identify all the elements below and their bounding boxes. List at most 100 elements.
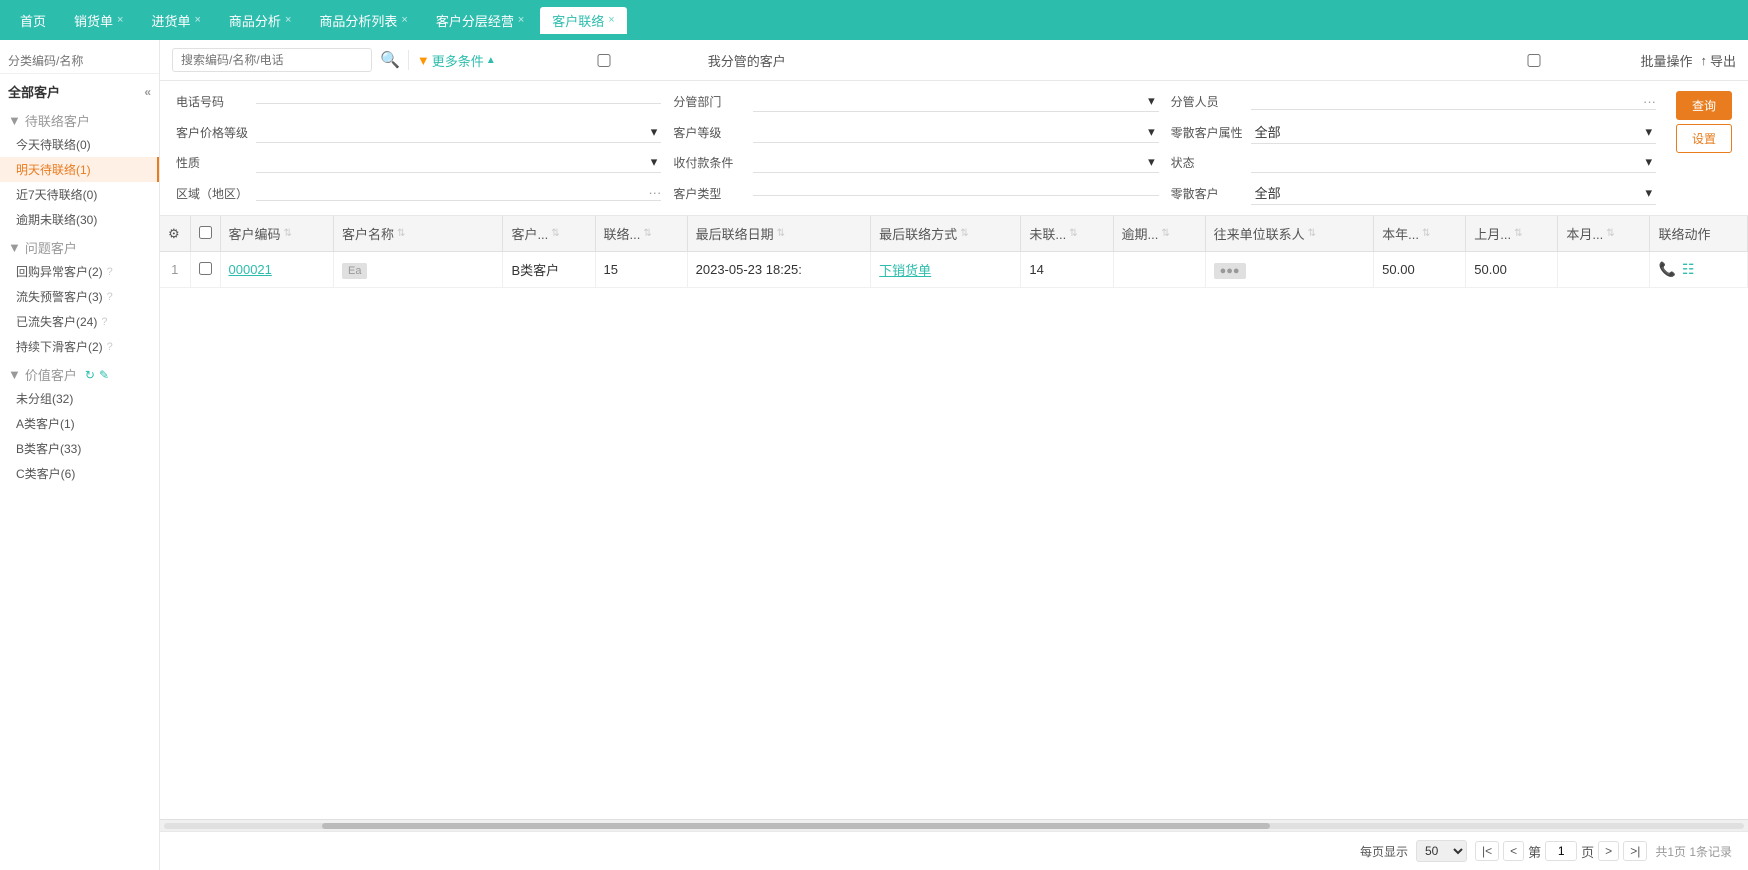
sidebar-item-ungrouped[interactable]: 未分组(32) <box>0 386 159 411</box>
phone-label: 电话号码 <box>176 93 256 110</box>
search-input[interactable] <box>172 48 372 72</box>
price-level-chevron: ▾ <box>651 124 658 140</box>
setting-button[interactable]: 设置 <box>1676 124 1732 153</box>
sort-type-icon[interactable]: ⇅ <box>551 228 559 239</box>
search-button[interactable]: 🔍 <box>380 50 400 70</box>
export-btn[interactable]: ↑ 导出 <box>1700 51 1736 70</box>
my-customers-checkbox[interactable]: 我分管的客户 <box>504 51 786 70</box>
close-customer-tier-icon[interactable]: × <box>518 14 524 26</box>
sort-last-contact-method-icon[interactable]: ⇅ <box>960 228 968 239</box>
nav-home[interactable]: 首页 <box>8 7 58 34</box>
region-dots[interactable]: ··· <box>648 185 661 200</box>
sort-contact-person-icon[interactable]: ⇅ <box>1308 228 1316 239</box>
sidebar-item-7days-contact[interactable]: 近7天待联络(0) <box>0 182 159 207</box>
sort-overdue-icon[interactable]: ⇅ <box>1161 228 1169 239</box>
sidebar-item-class-c[interactable]: C类客户(6) <box>0 461 159 486</box>
export-label: 导出 <box>1710 51 1736 70</box>
manager-dots[interactable]: ··· <box>1643 94 1656 109</box>
customer-code-link[interactable]: 000021 <box>229 262 272 277</box>
per-page-select[interactable]: 50 100 200 <box>1416 840 1467 862</box>
close-product-analysis-list-icon[interactable]: × <box>401 14 407 26</box>
sidebar-item-repurchase-abnormal[interactable]: 回购异常客户(2) ? <box>0 259 159 284</box>
last-page-btn[interactable]: >| <box>1623 841 1647 861</box>
phone-input[interactable] <box>256 99 661 104</box>
sidebar-item-churn-warning[interactable]: 流失预警客户(3) ? <box>0 284 159 309</box>
nav-customer-contact[interactable]: 客户联络 × <box>540 7 626 34</box>
sort-last-contact-date-icon[interactable]: ⇅ <box>777 228 785 239</box>
close-product-analysis-icon[interactable]: × <box>285 14 291 26</box>
payment-select[interactable]: ▾ <box>753 152 1158 173</box>
sidebar-item-churned[interactable]: 已流失客户(24) ? <box>0 309 159 334</box>
nav-sales-order[interactable]: 销货单 × <box>62 7 135 34</box>
nature-select[interactable]: ▾ <box>256 152 661 173</box>
close-sales-order-icon[interactable]: × <box>117 14 123 26</box>
data-table-container: ⚙ 客户编码 ⇅ 客户名称 <box>160 216 1748 819</box>
batch-ops-btn[interactable]: 批量操作 <box>1434 51 1692 70</box>
row-checkbox[interactable] <box>199 262 212 275</box>
price-level-select[interactable]: ▾ <box>256 122 661 143</box>
group-title-pending[interactable]: ▼ 待联络客户 <box>0 105 159 132</box>
retail-select[interactable]: 全部 ▾ <box>1251 181 1656 205</box>
th-name: 客户名称 ⇅ <box>334 216 503 252</box>
select-all-checkbox[interactable] <box>199 226 212 239</box>
filter-field-manager: 分管人员 ··· <box>1171 93 1656 110</box>
grid-action-icon[interactable]: ☷ <box>1682 261 1695 278</box>
first-page-btn[interactable]: |< <box>1475 841 1499 861</box>
sort-last-month-icon[interactable]: ⇅ <box>1514 228 1522 239</box>
edit-icon[interactable]: ✎ <box>99 368 109 382</box>
td-overdue <box>1113 252 1205 288</box>
sidebar-item-class-a[interactable]: A类客户(1) <box>0 411 159 436</box>
nav-product-analysis[interactable]: 商品分析 × <box>217 7 303 34</box>
sidebar-item-class-b[interactable]: B类客户(33) <box>0 436 159 461</box>
dept-select[interactable]: ▾ <box>753 91 1158 112</box>
phone-action-icon[interactable]: 📞 <box>1658 261 1675 278</box>
sidebar-item-tomorrow-contact[interactable]: 明天待联络(1) <box>0 157 159 182</box>
th-this-month: 本月... ⇅ <box>1558 216 1650 252</box>
group-title-problem[interactable]: ▼ 问题客户 <box>0 232 159 259</box>
sidebar-search-input[interactable] <box>8 54 160 68</box>
sidebar-collapse-btn[interactable]: « <box>144 85 151 99</box>
filter-field-customer-type: 客户类型 <box>673 185 1158 202</box>
nav-customer-tier[interactable]: 客户分层经营 × <box>424 7 536 34</box>
sort-this-year-icon[interactable]: ⇅ <box>1422 228 1430 239</box>
sidebar-item-today-contact[interactable]: 今天待联络(0) <box>0 132 159 157</box>
page-input[interactable] <box>1545 841 1577 861</box>
td-name: Ea <box>334 252 503 288</box>
scroll-track <box>164 823 1744 829</box>
my-customers-check[interactable] <box>504 54 704 67</box>
th-contact-person-label: 往来单位联系人 <box>1214 224 1305 243</box>
refresh-icon[interactable]: ↻ <box>85 368 95 382</box>
query-button[interactable]: 查询 <box>1676 91 1732 120</box>
sort-name-icon[interactable]: ⇅ <box>397 228 405 239</box>
group-arrow-pending: ▼ <box>8 113 21 128</box>
horizontal-scrollbar[interactable] <box>160 819 1748 831</box>
status-select[interactable]: ▾ <box>1251 152 1656 173</box>
sidebar-item-overdue-contact[interactable]: 逾期未联络(30) <box>0 207 159 232</box>
sidebar-item-declining[interactable]: 持续下滑客户(2) ? <box>0 334 159 359</box>
th-checkbox <box>190 216 220 252</box>
batch-ops-check[interactable] <box>1434 54 1634 67</box>
next-page-btn[interactable]: > <box>1598 841 1619 861</box>
close-purchase-order-icon[interactable]: × <box>194 14 200 26</box>
retail-attr-select[interactable]: 全部 ▾ <box>1251 120 1656 144</box>
sort-contact-count-icon[interactable]: ⇅ <box>643 228 651 239</box>
prev-page-btn[interactable]: < <box>1503 841 1524 861</box>
sort-uncontacted-icon[interactable]: ⇅ <box>1069 228 1077 239</box>
th-contact-person: 往来单位联系人 ⇅ <box>1205 216 1374 252</box>
th-last-contact-method: 最后联络方式 ⇅ <box>871 216 1021 252</box>
batch-ops-label: 批量操作 <box>1640 51 1692 70</box>
close-customer-contact-icon[interactable]: × <box>608 14 614 26</box>
nav-purchase-order[interactable]: 进货单 × <box>139 7 212 34</box>
contact-method-link[interactable]: 下销货单 <box>879 263 931 278</box>
customers-table: ⚙ 客户编码 ⇅ 客户名称 <box>160 216 1748 288</box>
more-conditions-btn[interactable]: ▼ 更多条件 ▲ <box>417 51 496 70</box>
sort-code-icon[interactable]: ⇅ <box>284 228 292 239</box>
customer-type-select[interactable] <box>753 191 1158 196</box>
group-title-value[interactable]: ▼ 价值客户 ↻ ✎ <box>0 359 159 386</box>
customer-level-select[interactable]: ▾ <box>753 122 1158 143</box>
nav-product-analysis-list[interactable]: 商品分析列表 × <box>307 7 419 34</box>
sort-this-month-icon[interactable]: ⇅ <box>1606 228 1614 239</box>
td-type: B类客户 <box>503 252 595 288</box>
nature-label: 性质 <box>176 154 256 171</box>
settings-icon[interactable]: ⚙ <box>168 226 180 241</box>
